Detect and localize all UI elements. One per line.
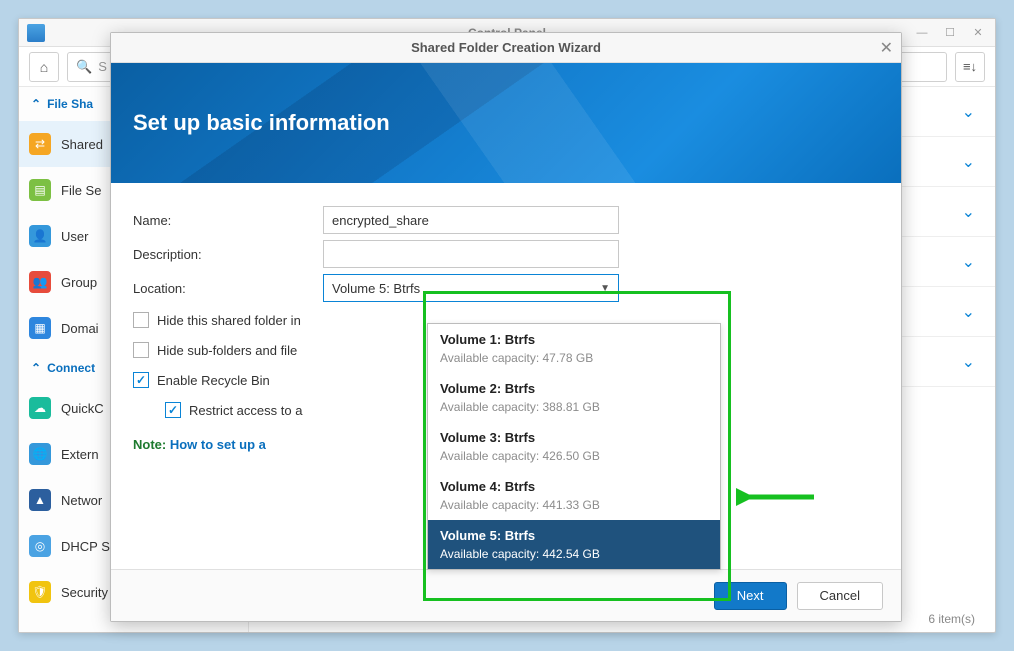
cancel-button[interactable]: Cancel [797, 582, 883, 610]
minimize-icon[interactable]: — [909, 24, 935, 42]
user-icon: 👤 [29, 225, 51, 247]
enable-recycle-bin-label: Enable Recycle Bin [157, 373, 270, 388]
location-label: Location: [133, 281, 323, 296]
wizard-title: Shared Folder Creation Wizard [411, 40, 601, 55]
home-button[interactable]: ⌂ [29, 52, 59, 82]
close-icon[interactable]: ✕ [965, 24, 991, 42]
network-icon: ▲ [29, 489, 51, 511]
enable-recycle-bin-checkbox[interactable] [133, 372, 149, 388]
description-label: Description: [133, 247, 323, 262]
volume-option-1[interactable]: Volume 1: Btrfs Available capacity: 47.7… [428, 324, 720, 373]
chevron-down-icon: ⌄ [962, 152, 975, 172]
name-input[interactable] [323, 206, 619, 234]
quickconnect-icon: ☁ [29, 397, 51, 419]
chevron-down-icon: ⌄ [962, 102, 975, 122]
location-selected-value: Volume 5: Btrfs [332, 281, 420, 296]
hide-folder-checkbox[interactable] [133, 312, 149, 328]
chevron-up-icon: ⌃ [31, 361, 41, 375]
chevron-up-icon: ⌃ [31, 97, 41, 111]
close-icon[interactable]: ✕ [880, 38, 893, 58]
sort-button[interactable]: ≡↓ [955, 52, 985, 82]
sort-icon: ≡↓ [963, 59, 977, 74]
annotation-arrow-icon [736, 485, 816, 509]
chevron-down-icon: ⌄ [962, 352, 975, 372]
wizard-heading: Set up basic information [133, 110, 390, 136]
wizard-footer: Next Cancel [111, 569, 901, 621]
file-services-icon: ▤ [29, 179, 51, 201]
next-button[interactable]: Next [714, 582, 787, 610]
hide-subfolders-checkbox[interactable] [133, 342, 149, 358]
wizard-titlebar: Shared Folder Creation Wizard ✕ [111, 33, 901, 63]
wizard-banner: Set up basic information [111, 63, 901, 183]
group-icon: 👥 [29, 271, 51, 293]
hide-folder-label: Hide this shared folder in [157, 313, 301, 328]
maximize-icon[interactable]: ☐ [937, 24, 963, 42]
dhcp-icon: ◎ [29, 535, 51, 557]
location-dropdown-list: Volume 1: Btrfs Available capacity: 47.7… [427, 323, 721, 570]
name-label: Name: [133, 213, 323, 228]
chevron-down-icon: ⌄ [962, 252, 975, 272]
volume-option-4[interactable]: Volume 4: Btrfs Available capacity: 441.… [428, 471, 720, 520]
domain-icon: ▦ [29, 317, 51, 339]
volume-option-3[interactable]: Volume 3: Btrfs Available capacity: 426.… [428, 422, 720, 471]
home-icon: ⌂ [40, 59, 48, 75]
chevron-down-icon: ⌄ [962, 302, 975, 322]
restrict-access-checkbox[interactable] [165, 402, 181, 418]
search-icon: 🔍 [76, 59, 92, 75]
item-count: 6 item(s) [928, 612, 975, 626]
chevron-down-icon: ⌄ [962, 202, 975, 222]
restrict-access-label: Restrict access to a [189, 403, 302, 418]
chevron-down-icon: ▼ [600, 283, 610, 294]
hide-subfolders-label: Hide sub-folders and file [157, 343, 297, 358]
search-placeholder: S [98, 59, 107, 74]
description-input[interactable] [323, 240, 619, 268]
shared-folder-icon: ⇄ [29, 133, 51, 155]
shared-folder-wizard: Shared Folder Creation Wizard ✕ Set up b… [110, 32, 902, 622]
shield-icon: 🛡 [29, 581, 51, 603]
volume-option-5[interactable]: Volume 5: Btrfs Available capacity: 442.… [428, 520, 720, 569]
external-icon: 🌐 [29, 443, 51, 465]
note-link[interactable]: How to set up a [170, 437, 266, 452]
volume-option-2[interactable]: Volume 2: Btrfs Available capacity: 388.… [428, 373, 720, 422]
location-select[interactable]: Volume 5: Btrfs ▼ [323, 274, 619, 302]
app-icon [27, 24, 45, 42]
